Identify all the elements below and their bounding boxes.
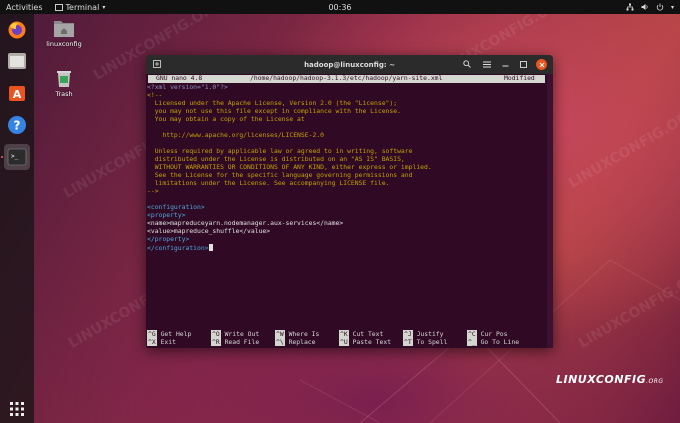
desktop-icon-trash[interactable]: Trash [44,68,84,98]
trash-icon [57,71,71,87]
menu-button[interactable] [481,58,493,70]
svg-text:A: A [13,88,22,101]
shortcut-label: Exit [160,338,176,346]
editor-line: </property> [147,235,190,243]
svg-text:>_: >_ [11,153,19,160]
nano-header-bar: GNU nano 4.8 /home/hadoop/hadoop-3.1.3/e… [148,74,545,83]
shortcut-label: Cut Text [352,330,384,338]
nano-version: GNU nano 4.8 [156,74,203,82]
show-applications-button[interactable] [4,396,30,422]
window-titlebar[interactable]: hadoop@linuxconfig: ~ [146,55,553,74]
system-tray[interactable]: ▾ [626,3,674,11]
hamburger-menu-icon [483,61,491,67]
shortcut-exit[interactable]: ^X Exit [147,338,176,347]
terminal-icon: >_ [7,148,27,166]
shortcut-label: Replace [288,338,316,346]
desktop-icon-label: Trash [55,90,73,98]
help-launcher[interactable]: ? [4,112,30,138]
shortcut-label: Cur Pos [480,330,508,338]
editor-line: --> [147,187,159,195]
shortcut-read-file[interactable]: ^R Read File [211,338,260,347]
app-grid-icon [10,402,24,416]
dock: A ? >_ [0,14,34,423]
activities-button[interactable]: Activities [0,3,49,12]
top-bar: Activities Terminal ▾ 00:36 ▾ [0,0,680,14]
editor-line: limitations under the License. See accom… [147,179,390,187]
chevron-down-icon: ▾ [670,3,674,11]
shortcut-label: Go To Line [480,338,520,346]
brand-name: LINUXCONFIG [556,373,647,386]
text-cursor [208,244,213,251]
power-icon [656,3,664,11]
terminal-window[interactable]: hadoop@linuxconfig: ~ GNU nano 4.8 /home… [146,55,553,348]
shortcut-label: Get Help [160,330,192,338]
shortcut-key: ^T [403,338,413,346]
shortcut-key: ^\ [275,338,285,346]
close-icon [539,62,544,67]
brand-suffix: .ORG [646,378,664,385]
app-menu[interactable]: Terminal ▾ [54,2,106,12]
files-icon [8,53,26,69]
terminal-content[interactable]: GNU nano 4.8 /home/hadoop/hadoop-3.1.3/e… [146,74,553,348]
search-button[interactable] [461,58,473,70]
maximize-icon [519,60,527,68]
editor-line: You may obtain a copy of the License at [147,115,305,123]
shortcut-key: ^X [147,338,157,346]
shortcut-key: ^G [147,330,157,338]
new-tab-icon [153,60,161,68]
shortcut-label: To Spell [416,338,448,346]
shortcut-key: ^O [211,330,221,338]
editor-line: http://www.apache.org/licenses/LICENSE-2… [147,131,324,139]
folder-home-icon [54,21,74,37]
shortcut-key: ^_ [467,338,477,346]
editor-line: </configuration> [147,244,213,253]
shortcut-label: Paste Text [352,338,392,346]
shortcut-key: ^C [467,330,477,338]
linuxconfig-logo: LINUXCONFIG.ORG [556,373,664,386]
desktop-icon-linuxconfig[interactable]: linuxconfig [44,18,84,48]
shortcut-go-to-line[interactable]: ^_ Go To Line [467,338,520,347]
volume-icon [641,4,648,10]
files-launcher[interactable] [4,48,30,74]
shortcut-label: Where Is [288,330,320,338]
app-menu-label: Terminal [65,2,100,12]
shortcut-replace[interactable]: ^\ Replace [275,338,316,347]
firefox-icon [8,21,26,39]
new-tab-button[interactable] [151,58,163,70]
watermark: LINUXCONFIG.ORG [575,264,680,352]
software-store-icon: A [9,86,25,101]
minimize-icon [502,65,508,66]
shortcut-key: ^K [339,330,349,338]
shortcut-key: ^J [403,330,413,338]
running-indicator [1,156,3,158]
network-icon [626,3,634,11]
shortcut-key: ^R [211,338,221,346]
shortcut-paste-text[interactable]: ^U Paste Text [339,338,392,347]
svg-text:?: ? [14,119,21,133]
editor-line-text: </configuration> [147,244,209,252]
shortcut-key: ^U [339,338,349,346]
minimize-button[interactable] [499,58,511,70]
nano-status: Modified [504,74,535,82]
watermark: LINUXCONFIG.ORG [565,104,680,192]
close-button[interactable] [536,59,547,70]
search-icon [463,60,471,68]
shortcut-to-spell[interactable]: ^T To Spell [403,338,448,347]
shortcut-label: Justify [416,330,444,338]
chevron-down-icon: ▾ [102,3,106,11]
desktop-icon-label: linuxconfig [46,40,82,48]
terminal-scrollbar[interactable] [547,74,553,348]
firefox-launcher[interactable] [4,17,30,43]
shortcut-label: Write Out [224,330,260,338]
help-icon: ? [8,116,26,134]
nano-filename: /home/hadoop/hadoop-3.1.3/etc/hadoop/yar… [250,74,443,82]
terminal-launcher[interactable]: >_ [4,144,30,170]
shortcut-label: Read File [224,338,260,346]
window-title: hadoop@linuxconfig: ~ [304,60,395,69]
clock[interactable]: 00:36 [328,3,351,12]
shortcut-key: ^W [275,330,285,338]
maximize-button[interactable] [517,58,529,70]
software-launcher[interactable]: A [4,80,30,106]
terminal-app-icon [54,3,63,11]
